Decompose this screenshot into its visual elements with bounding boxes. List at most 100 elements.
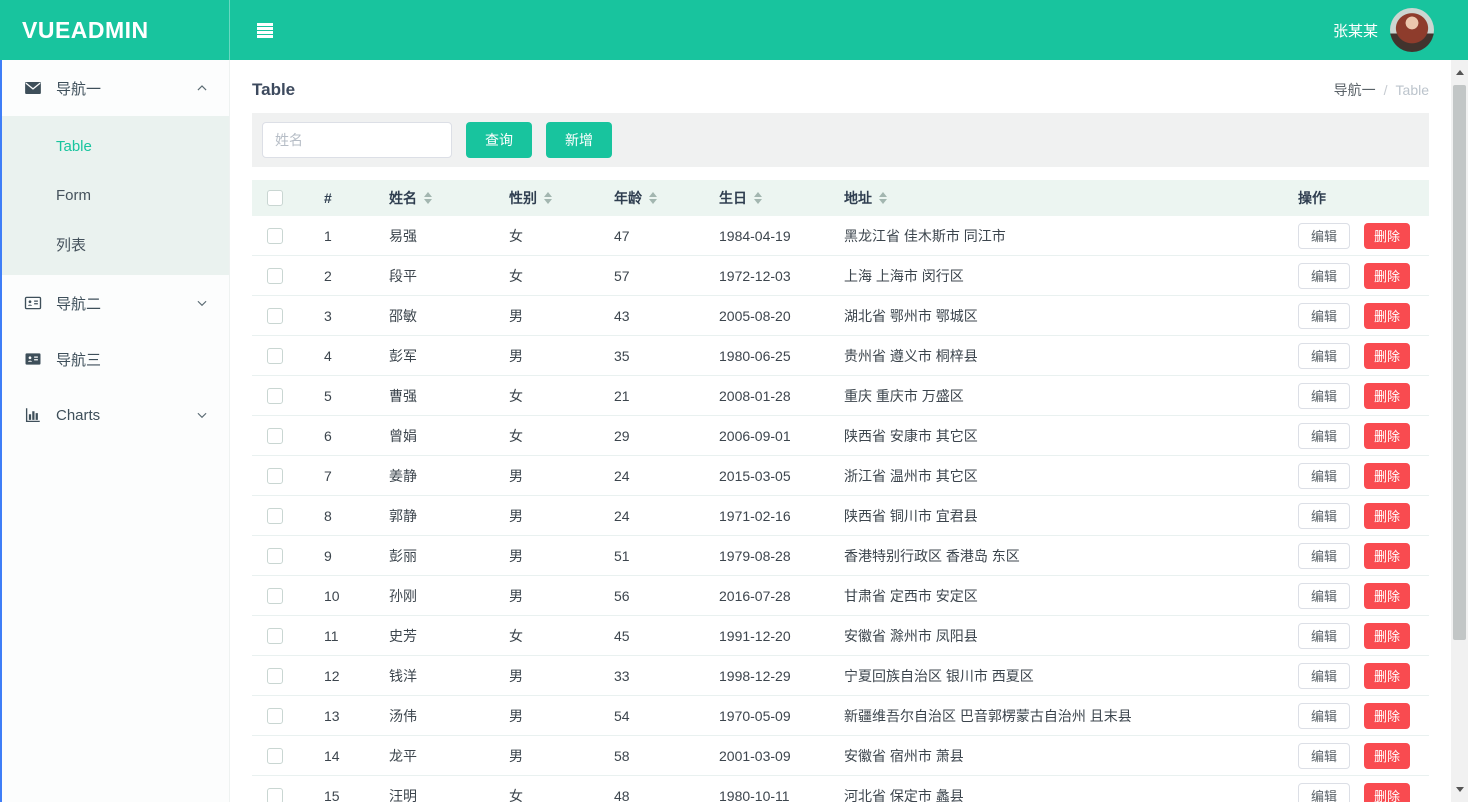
row-checkbox-cell	[252, 427, 310, 444]
scrollbar-up-arrow[interactable]	[1451, 64, 1468, 81]
edit-button[interactable]: 编辑	[1298, 382, 1351, 409]
delete-button[interactable]: 删除	[1364, 302, 1411, 329]
edit-button[interactable]: 编辑	[1298, 262, 1351, 289]
sidebar-item-nav1[interactable]: 导航一	[0, 60, 229, 116]
row-checkbox[interactable]	[267, 427, 283, 444]
edit-button[interactable]: 编辑	[1298, 462, 1351, 489]
table-row: 4 彭军 男 35 1980-06-25 贵州省 遵义市 桐梓县 编辑 删除	[252, 336, 1429, 376]
user-name: 张某某	[1332, 22, 1378, 40]
edit-button[interactable]: 编辑	[1298, 702, 1351, 729]
delete-button[interactable]: 删除	[1364, 662, 1411, 689]
breadcrumb-parent[interactable]: 导航一	[1334, 80, 1376, 100]
top-bar: VUEADMIN 张某某	[0, 0, 1468, 60]
avatar[interactable]	[1390, 8, 1434, 52]
edit-button[interactable]: 编辑	[1298, 662, 1351, 689]
row-checkbox[interactable]	[267, 667, 283, 684]
delete-button[interactable]: 删除	[1364, 342, 1411, 369]
row-checkbox[interactable]	[267, 267, 283, 284]
sidebar-item-charts[interactable]: Charts	[0, 387, 229, 443]
sort-caret-icon[interactable]	[544, 192, 552, 204]
mail-icon	[25, 82, 41, 94]
edit-button[interactable]: 编辑	[1298, 622, 1351, 649]
table-row: 13 汤伟 男 54 1970-05-09 新疆维吾尔自治区 巴音郭楞蒙古自治州 且末县 编…	[252, 696, 1429, 736]
sidebar-item-label: 导航二	[56, 295, 102, 313]
row-checkbox[interactable]	[267, 467, 283, 484]
row-birthday: 2016-07-28	[719, 587, 791, 604]
row-gender: 女	[509, 387, 523, 404]
row-gender: 女	[509, 227, 523, 244]
row-checkbox[interactable]	[267, 707, 283, 724]
row-checkbox[interactable]	[267, 787, 283, 802]
delete-button[interactable]: 删除	[1364, 462, 1411, 489]
sort-caret-icon[interactable]	[649, 192, 657, 204]
table-row: 3 邵敏 男 43 2005-08-20 湖北省 鄂州市 鄂城区 编辑 删除	[252, 296, 1429, 336]
delete-button[interactable]: 删除	[1364, 622, 1411, 649]
edit-button[interactable]: 编辑	[1298, 502, 1351, 529]
delete-button[interactable]: 删除	[1364, 702, 1411, 729]
scrollbar[interactable]	[1451, 60, 1468, 802]
row-name: 姜静	[389, 467, 417, 484]
delete-button[interactable]: 删除	[1364, 542, 1411, 569]
row-name: 龙平	[389, 747, 417, 764]
row-index: 15	[324, 787, 340, 802]
edit-button[interactable]: 编辑	[1298, 422, 1351, 449]
sidebar-item-table[interactable]: Table	[0, 122, 229, 171]
edit-button[interactable]: 编辑	[1298, 302, 1351, 329]
column-header-age[interactable]: 年龄	[600, 188, 705, 208]
edit-button[interactable]: 编辑	[1298, 342, 1351, 369]
add-button[interactable]: 新增	[546, 122, 612, 158]
sort-caret-icon[interactable]	[754, 192, 762, 204]
sidebar-item-nav3[interactable]: 导航三	[0, 331, 229, 387]
row-birthday: 1991-12-20	[719, 627, 791, 644]
table-row: 10 孙刚 男 56 2016-07-28 甘肃省 定西市 安定区 编辑 删除	[252, 576, 1429, 616]
delete-button[interactable]: 删除	[1364, 222, 1411, 249]
sort-caret-icon[interactable]	[424, 192, 432, 204]
edit-button[interactable]: 编辑	[1298, 542, 1351, 569]
row-checkbox[interactable]	[267, 227, 283, 244]
row-checkbox[interactable]	[267, 387, 283, 404]
row-address: 陕西省 安康市 其它区	[844, 427, 978, 444]
row-birthday: 2008-01-28	[719, 387, 791, 404]
column-header-gender[interactable]: 性别	[495, 188, 600, 208]
breadcrumb-current: Table	[1395, 82, 1429, 98]
sidebar-item-list[interactable]: 列表	[0, 220, 229, 269]
row-checkbox[interactable]	[267, 587, 283, 604]
delete-button[interactable]: 删除	[1364, 262, 1411, 289]
delete-button[interactable]: 删除	[1364, 782, 1411, 802]
menu-toggle-button[interactable]	[252, 17, 278, 43]
row-checkbox[interactable]	[267, 347, 283, 364]
column-header-birthday[interactable]: 生日	[705, 188, 830, 208]
select-all-checkbox[interactable]	[267, 190, 283, 206]
row-checkbox[interactable]	[267, 627, 283, 644]
row-checkbox[interactable]	[267, 507, 283, 524]
row-checkbox-cell	[252, 587, 310, 604]
delete-button[interactable]: 删除	[1364, 422, 1411, 449]
edit-button[interactable]: 编辑	[1298, 782, 1351, 802]
sidebar-item-nav2[interactable]: 导航二	[0, 275, 229, 331]
scrollbar-thumb[interactable]	[1453, 85, 1466, 640]
sort-caret-icon[interactable]	[879, 192, 887, 204]
sidebar-item-form[interactable]: Form	[0, 171, 229, 220]
edit-button[interactable]: 编辑	[1298, 222, 1351, 249]
row-checkbox[interactable]	[267, 547, 283, 564]
delete-button[interactable]: 删除	[1364, 382, 1411, 409]
edit-button[interactable]: 编辑	[1298, 582, 1351, 609]
row-checkbox[interactable]	[267, 307, 283, 324]
delete-button[interactable]: 删除	[1364, 582, 1411, 609]
row-gender: 男	[509, 467, 523, 484]
edit-button[interactable]: 编辑	[1298, 742, 1351, 769]
column-label: 地址	[844, 190, 872, 206]
delete-button[interactable]: 删除	[1364, 502, 1411, 529]
scrollbar-down-arrow[interactable]	[1451, 781, 1468, 798]
delete-button[interactable]: 删除	[1364, 742, 1411, 769]
column-header-name[interactable]: 姓名	[375, 188, 495, 208]
query-button[interactable]: 查询	[466, 122, 532, 158]
row-birthday: 1979-08-28	[719, 547, 791, 564]
row-index: 14	[324, 747, 340, 764]
row-checkbox-cell	[252, 667, 310, 684]
column-header-address[interactable]: 地址	[830, 188, 1284, 208]
row-checkbox[interactable]	[267, 747, 283, 764]
user-menu[interactable]: 张某某	[1333, 8, 1468, 52]
search-input[interactable]	[262, 122, 452, 158]
table-row: 1 易强 女 47 1984-04-19 黑龙江省 佳木斯市 同江市 编辑 删除	[252, 216, 1429, 256]
